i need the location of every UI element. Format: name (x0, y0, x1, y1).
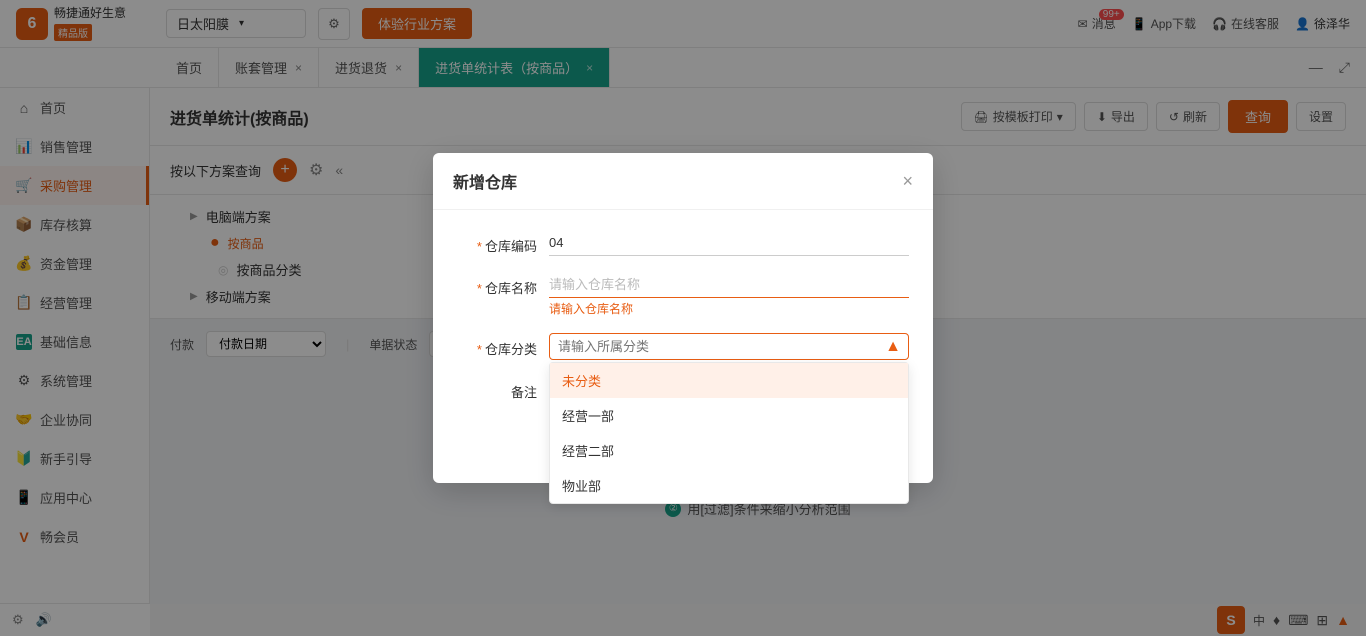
warehouse-category-label: 仓库分类 (457, 333, 537, 358)
warehouse-name-input[interactable] (549, 272, 909, 298)
warehouse-name-row: 仓库名称 请输入仓库名称 (457, 272, 909, 317)
warehouse-category-wrap: ▲ 未分类 经营一部 经营二部 物业部 (549, 333, 909, 360)
modal-body: 仓库编码 仓库名称 请输入仓库名称 仓库分类 ▲ 未分类 经营一部 (433, 210, 933, 418)
category-dropdown: 未分类 经营一部 经营二部 物业部 (549, 362, 909, 504)
warehouse-name-error: 请输入仓库名称 (549, 300, 909, 317)
modal-title: 新增仓库 (453, 169, 517, 193)
warehouse-category-input[interactable] (549, 333, 909, 360)
dropdown-item-uncategorized[interactable]: 未分类 (550, 363, 908, 398)
warehouse-code-row: 仓库编码 (457, 230, 909, 256)
modal-close-button[interactable]: × (902, 172, 913, 190)
warehouse-category-row: 仓库分类 ▲ 未分类 经营一部 经营二部 物业部 (457, 333, 909, 360)
warehouse-code-wrap (549, 230, 909, 256)
warehouse-notes-label: 备注 (457, 376, 537, 401)
category-chevron-up-icon[interactable]: ▲ (885, 338, 901, 356)
add-warehouse-modal: 新增仓库 × 仓库编码 仓库名称 请输入仓库名称 仓库分类 ▲ (433, 153, 933, 483)
dropdown-item-dept3[interactable]: 物业部 (550, 468, 908, 503)
warehouse-name-label: 仓库名称 (457, 272, 537, 297)
warehouse-name-wrap: 请输入仓库名称 (549, 272, 909, 317)
dropdown-item-dept1[interactable]: 经营一部 (550, 398, 908, 433)
modal-header: 新增仓库 × (433, 153, 933, 210)
dropdown-item-dept2[interactable]: 经营二部 (550, 433, 908, 468)
warehouse-code-input[interactable] (549, 230, 909, 256)
warehouse-code-label: 仓库编码 (457, 230, 537, 255)
